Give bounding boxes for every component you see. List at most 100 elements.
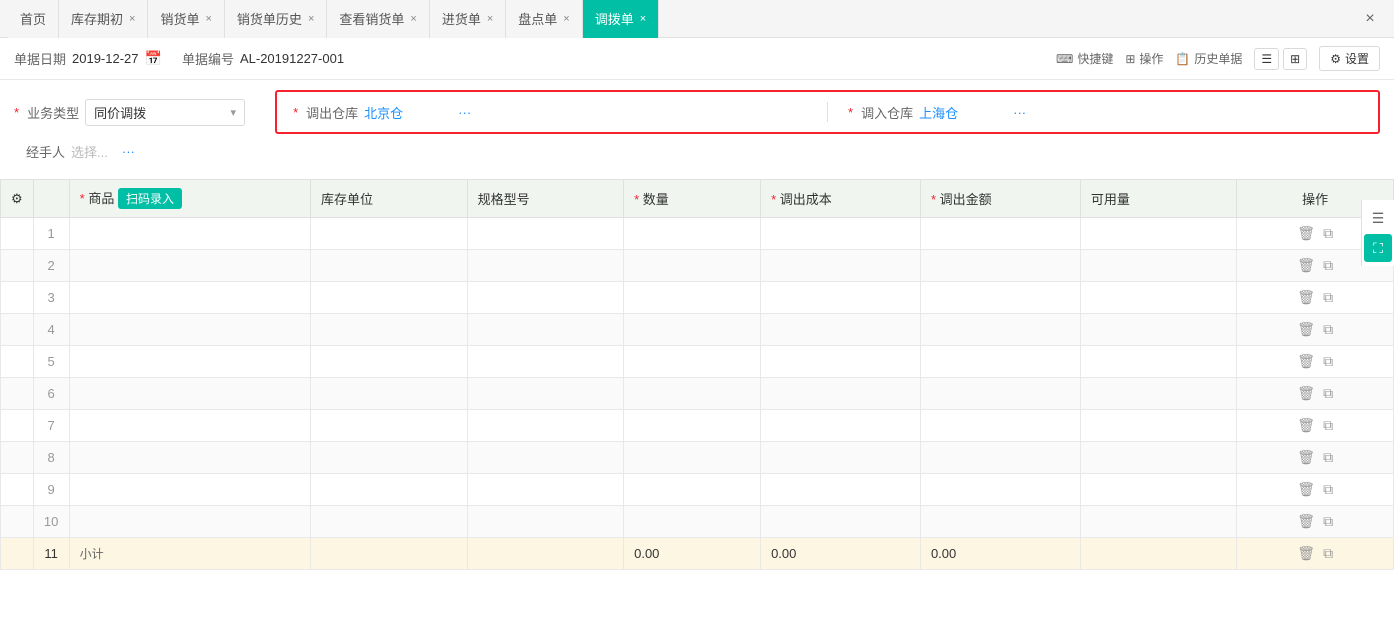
row-spec-cell[interactable]: [467, 378, 624, 410]
col-settings[interactable]: ⚙: [1, 180, 34, 218]
tab-sales-order[interactable]: 销货单 ×: [148, 0, 224, 38]
row-qty-cell[interactable]: [624, 314, 761, 346]
row-spec-cell[interactable]: [467, 410, 624, 442]
row-qty-cell[interactable]: [624, 506, 761, 538]
tab-purchase[interactable]: 进货单 ×: [430, 0, 506, 38]
history-btn[interactable]: 📋 历史单据: [1175, 50, 1242, 67]
row-product-cell[interactable]: [69, 378, 310, 410]
person-input[interactable]: 选择...: [71, 142, 108, 161]
tab-transfer-close[interactable]: ×: [640, 13, 646, 25]
tab-inventory-check-close[interactable]: ×: [563, 13, 569, 25]
delete-icon[interactable]: 🗑: [1297, 353, 1315, 370]
sidebar-expand-icon[interactable]: ⛶: [1364, 234, 1392, 262]
column-settings-icon[interactable]: ⚙: [11, 191, 23, 206]
row-cost-cell[interactable]: [761, 442, 921, 474]
delete-icon[interactable]: 🗑: [1297, 385, 1315, 402]
row-unit-cell[interactable]: [311, 442, 468, 474]
row-qty-cell[interactable]: [624, 474, 761, 506]
delete-icon[interactable]: 🗑: [1297, 481, 1315, 498]
row-unit-cell[interactable]: [311, 218, 468, 250]
row-spec-cell[interactable]: [467, 218, 624, 250]
tab-view-sales-close[interactable]: ×: [410, 13, 416, 25]
tab-purchase-close[interactable]: ×: [487, 13, 493, 25]
row-spec-cell[interactable]: [467, 346, 624, 378]
setting-btn[interactable]: ⚙ 设置: [1319, 46, 1380, 71]
date-value[interactable]: 2019-12-27: [72, 51, 139, 66]
delete-icon[interactable]: 🗑: [1297, 289, 1315, 306]
row-product-cell[interactable]: [69, 410, 310, 442]
row-cost-cell[interactable]: [761, 474, 921, 506]
row-amount-cell[interactable]: [920, 410, 1080, 442]
copy-icon[interactable]: ⧉: [1323, 289, 1333, 306]
subtotal-delete-icon[interactable]: 🗑: [1297, 545, 1315, 562]
tab-inventory-init-close[interactable]: ×: [129, 13, 135, 25]
row-available-cell[interactable]: [1080, 474, 1237, 506]
grid-view-btn[interactable]: ⊞: [1283, 48, 1307, 70]
delete-icon[interactable]: 🗑: [1297, 417, 1315, 434]
row-cost-cell[interactable]: [761, 218, 921, 250]
row-cost-cell[interactable]: [761, 346, 921, 378]
row-cost-cell[interactable]: [761, 250, 921, 282]
row-qty-cell[interactable]: [624, 378, 761, 410]
row-product-cell[interactable]: [69, 474, 310, 506]
row-product-cell[interactable]: [69, 314, 310, 346]
delete-icon[interactable]: 🗑: [1297, 225, 1315, 242]
window-close-button[interactable]: ×: [1354, 3, 1386, 35]
row-qty-cell[interactable]: [624, 346, 761, 378]
tab-sales-history[interactable]: 销货单历史 ×: [225, 0, 327, 38]
in-warehouse-value[interactable]: 上海仓: [919, 103, 999, 122]
row-amount-cell[interactable]: [920, 442, 1080, 474]
delete-icon[interactable]: 🗑: [1297, 449, 1315, 466]
tab-sales-order-close[interactable]: ×: [205, 13, 211, 25]
row-spec-cell[interactable]: [467, 314, 624, 346]
row-unit-cell[interactable]: [311, 474, 468, 506]
row-qty-cell[interactable]: [624, 218, 761, 250]
business-type-dropdown[interactable]: 同价调拨 ▾: [85, 99, 245, 126]
scan-btn[interactable]: 扫码录入: [118, 188, 182, 209]
row-cost-cell[interactable]: [761, 378, 921, 410]
copy-icon[interactable]: ⧉: [1323, 225, 1333, 242]
tab-home[interactable]: 首页: [8, 0, 59, 38]
out-warehouse-value[interactable]: 北京仓: [364, 103, 444, 122]
row-unit-cell[interactable]: [311, 282, 468, 314]
out-warehouse-more-icon[interactable]: ···: [458, 105, 471, 120]
row-cost-cell[interactable]: [761, 410, 921, 442]
copy-icon[interactable]: ⧉: [1323, 513, 1333, 530]
row-spec-cell[interactable]: [467, 282, 624, 314]
copy-icon[interactable]: ⧉: [1323, 353, 1333, 370]
row-product-cell[interactable]: [69, 282, 310, 314]
row-qty-cell[interactable]: [624, 250, 761, 282]
row-available-cell[interactable]: [1080, 378, 1237, 410]
row-amount-cell[interactable]: [920, 282, 1080, 314]
delete-icon[interactable]: 🗑: [1297, 513, 1315, 530]
row-cost-cell[interactable]: [761, 282, 921, 314]
row-available-cell[interactable]: [1080, 410, 1237, 442]
row-spec-cell[interactable]: [467, 474, 624, 506]
tab-sales-history-close[interactable]: ×: [308, 13, 314, 25]
row-spec-cell[interactable]: [467, 442, 624, 474]
row-unit-cell[interactable]: [311, 506, 468, 538]
row-unit-cell[interactable]: [311, 378, 468, 410]
row-qty-cell[interactable]: [624, 282, 761, 314]
row-product-cell[interactable]: [69, 506, 310, 538]
copy-icon[interactable]: ⧉: [1323, 257, 1333, 274]
tab-transfer[interactable]: 调拨单 ×: [583, 0, 659, 38]
row-available-cell[interactable]: [1080, 250, 1237, 282]
row-cost-cell[interactable]: [761, 314, 921, 346]
row-available-cell[interactable]: [1080, 314, 1237, 346]
row-amount-cell[interactable]: [920, 250, 1080, 282]
copy-icon[interactable]: ⧉: [1323, 385, 1333, 402]
sidebar-list-icon[interactable]: ☰: [1364, 204, 1392, 232]
copy-icon[interactable]: ⧉: [1323, 449, 1333, 466]
calendar-icon[interactable]: 📅: [145, 50, 162, 67]
copy-icon[interactable]: ⧉: [1323, 417, 1333, 434]
copy-icon[interactable]: ⧉: [1323, 481, 1333, 498]
subtotal-copy-icon[interactable]: ⧉: [1323, 545, 1333, 562]
row-spec-cell[interactable]: [467, 506, 624, 538]
copy-icon[interactable]: ⧉: [1323, 321, 1333, 338]
row-amount-cell[interactable]: [920, 378, 1080, 410]
row-cost-cell[interactable]: [761, 506, 921, 538]
row-amount-cell[interactable]: [920, 218, 1080, 250]
delete-icon[interactable]: 🗑: [1297, 321, 1315, 338]
row-available-cell[interactable]: [1080, 506, 1237, 538]
